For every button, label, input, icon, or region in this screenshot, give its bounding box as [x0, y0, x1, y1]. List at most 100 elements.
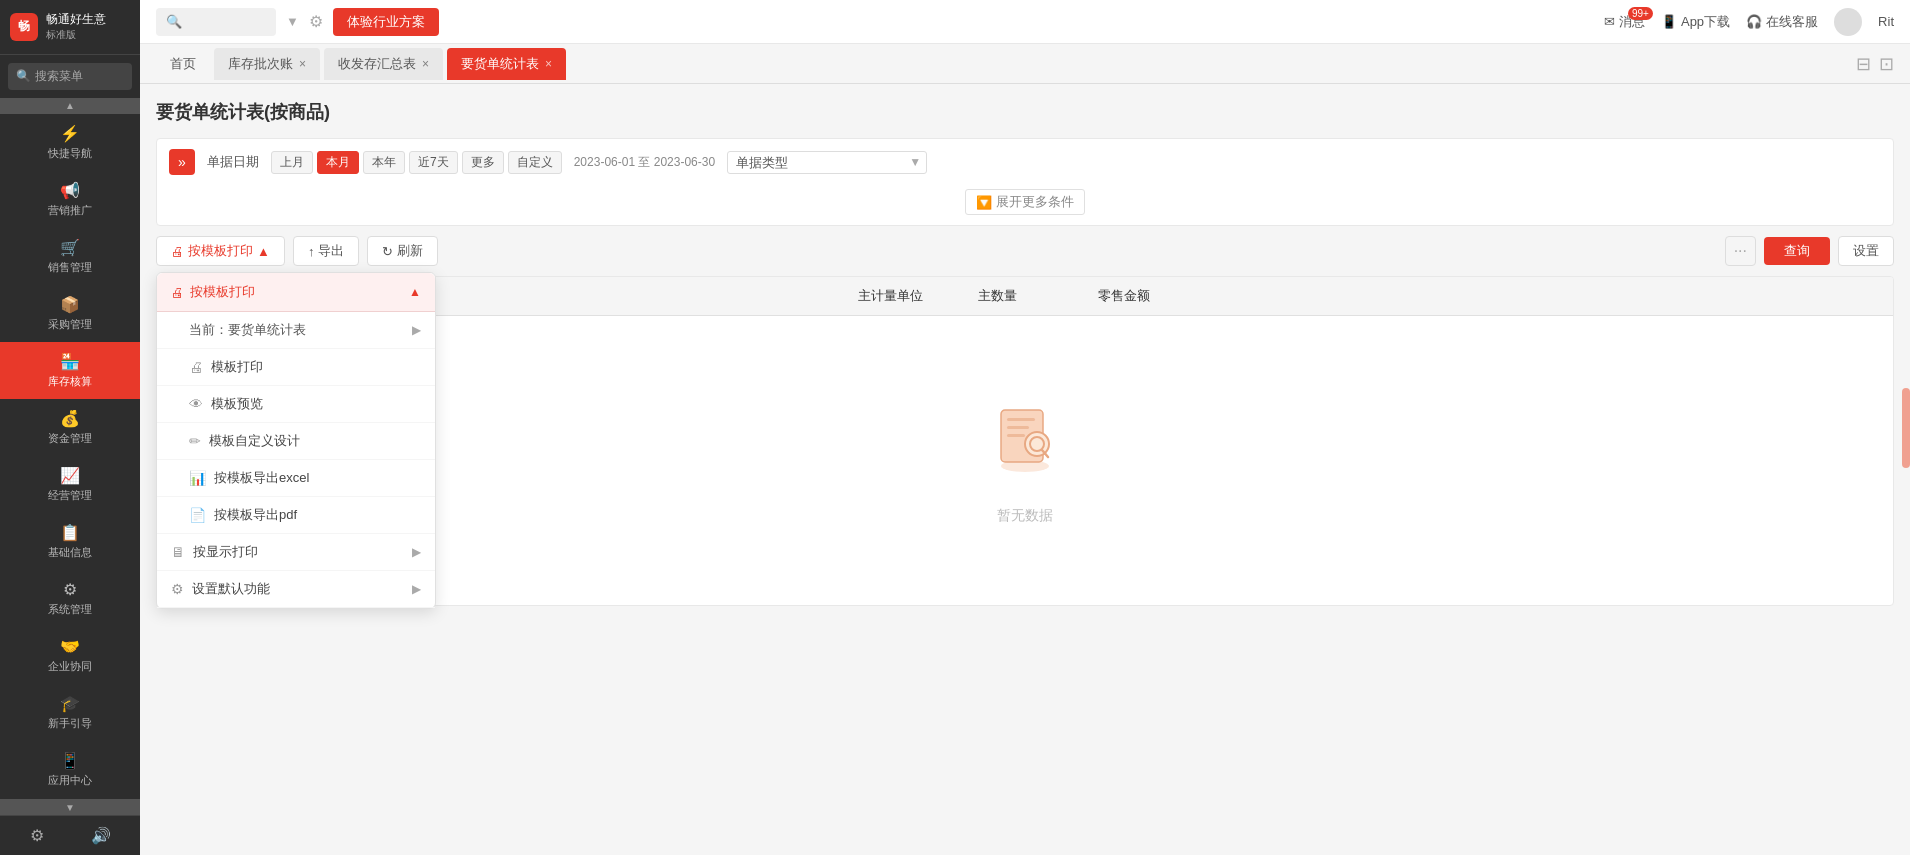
online-service-button[interactable]: 🎧 在线客服 — [1746, 13, 1818, 31]
settings-button[interactable]: 设置 — [1838, 236, 1894, 266]
tabbar: 首页 库存批次账 × 收发存汇总表 × 要货单统计表 × ⊟ ⊡ — [140, 44, 1910, 84]
tab-order-stats[interactable]: 要货单统计表 × — [447, 48, 566, 80]
table-col-retail-amount: 零售金额 — [1090, 277, 1240, 315]
sub-label: 按显示打印 — [193, 543, 258, 561]
tab-inventory-batch[interactable]: 库存批次账 × — [214, 48, 320, 80]
dropdown-item-export-excel[interactable]: 📊 按模板导出excel — [157, 460, 435, 497]
dropdown-item-export-pdf[interactable]: 📄 按模板导出pdf — [157, 497, 435, 534]
item-label: 模板预览 — [211, 395, 263, 413]
topbar-search-icon: 🔍 — [166, 14, 182, 29]
query-button[interactable]: 查询 — [1764, 237, 1830, 265]
sidebar-scroll-down[interactable]: ▼ — [0, 799, 140, 815]
search-menu[interactable]: 🔍 搜索菜单 — [8, 63, 132, 90]
tab-home-label: 首页 — [170, 55, 196, 73]
dropdown-current-template[interactable]: 当前：要货单统计表 ▶ — [157, 312, 435, 349]
date-this-month[interactable]: 本月 — [317, 151, 359, 174]
dropdown-item-default-settings[interactable]: ⚙ 设置默认功能 ▶ — [157, 571, 435, 608]
expand-more-button[interactable]: 🔽 展开更多条件 — [965, 189, 1085, 215]
sidebar-item-marketing[interactable]: 📢 营销推广 — [0, 171, 140, 228]
topbar-right: ✉ 消息 99+ 📱 App下载 🎧 在线客服 Rit — [1604, 8, 1894, 36]
topbar-dropdown-arrow[interactable]: ▼ — [286, 14, 299, 29]
date-this-year[interactable]: 本年 — [363, 151, 405, 174]
nav-label: 采购管理 — [48, 317, 92, 332]
date-buttons: 上月 本月 本年 近7天 更多 自定义 — [271, 151, 562, 174]
sidebar-item-finance[interactable]: 💰 资金管理 — [0, 399, 140, 456]
gear-small-icon: ⚙ — [171, 581, 184, 597]
sidebar-item-operations[interactable]: 📈 经营管理 — [0, 456, 140, 513]
tab-label: 库存批次账 — [228, 55, 293, 73]
date-more[interactable]: 更多 — [462, 151, 504, 174]
sidebar-item-system[interactable]: ⚙ 系统管理 — [0, 570, 140, 627]
dropdown-collapse-icon[interactable]: ▲ — [409, 285, 421, 299]
print-icon: 🖨 — [171, 244, 184, 259]
tab-close-icon[interactable]: × — [422, 57, 429, 71]
dropdown-item-custom-design[interactable]: ✏ 模板自定义设计 — [157, 423, 435, 460]
dropdown-item-display-print[interactable]: 🖥 按显示打印 ▶ — [157, 534, 435, 571]
experience-button[interactable]: 体验行业方案 — [333, 8, 439, 36]
sidebar-item-cooperation[interactable]: 🤝 企业协同 — [0, 627, 140, 684]
filter-expand-button[interactable]: » — [169, 149, 195, 175]
settings-icon[interactable]: ⚙ — [30, 826, 44, 845]
sidebar-item-shortcuts[interactable]: ⚡ 快捷导航 — [0, 114, 140, 171]
date-last-month[interactable]: 上月 — [271, 151, 313, 174]
svg-rect-3 — [1007, 426, 1029, 429]
speaker-icon[interactable]: 🔊 — [91, 826, 111, 845]
message-button[interactable]: ✉ 消息 99+ — [1604, 13, 1645, 31]
tab-receipt-summary[interactable]: 收发存汇总表 × — [324, 48, 443, 80]
dropdown-item-template-preview[interactable]: 👁 模板预览 — [157, 386, 435, 423]
nav-icon: 📦 — [60, 295, 80, 314]
sidebar-item-sales[interactable]: 🛒 销售管理 — [0, 228, 140, 285]
nav-icon: 📢 — [60, 181, 80, 200]
refresh-label: 刷新 — [397, 242, 423, 260]
tabbar-controls: ⊟ ⊡ — [1856, 53, 1894, 75]
nav-icon: 💰 — [60, 409, 80, 428]
date-7days[interactable]: 近7天 — [409, 151, 458, 174]
user-avatar[interactable] — [1834, 8, 1862, 36]
sidebar-item-basic-info[interactable]: 📋 基础信息 — [0, 513, 140, 570]
tab-maximize-button[interactable]: ⊡ — [1879, 53, 1894, 75]
current-template-arrow: ▶ — [412, 323, 421, 337]
app-icon: 📱 — [1661, 14, 1677, 29]
export-button[interactable]: ↑ 导出 — [293, 236, 360, 266]
sidebar-item-purchase[interactable]: 📦 采购管理 — [0, 285, 140, 342]
nav-label: 经营管理 — [48, 488, 92, 503]
app-label: App下载 — [1681, 13, 1730, 31]
nav-icon: ⚡ — [60, 124, 80, 143]
app-logo: 畅 畅通好生意 标准版 — [0, 0, 140, 55]
sidebar-item-app-center[interactable]: 📱 应用中心 — [0, 741, 140, 798]
refresh-button[interactable]: ↻ 刷新 — [367, 236, 438, 266]
nav-icon: 🏪 — [60, 352, 80, 371]
sidebar-item-newbie[interactable]: 🎓 新手引导 — [0, 684, 140, 741]
table-col-unit: 主计量单位 — [850, 277, 970, 315]
tab-minimize-button[interactable]: ⊟ — [1856, 53, 1871, 75]
page-title: 要货单统计表(按商品) — [156, 100, 1894, 124]
date-custom[interactable]: 自定义 — [508, 151, 562, 174]
topbar-search[interactable]: 🔍 — [156, 8, 276, 36]
sidebar-scroll-up[interactable]: ▲ — [0, 98, 140, 114]
topbar-gear-icon[interactable]: ⚙ — [309, 12, 323, 31]
sidebar-item-inventory[interactable]: 🏪 库存核算 — [0, 342, 140, 399]
table-col-quantity: 主数量 — [970, 277, 1090, 315]
action-bar: 🖨 按模板打印 ▲ 🖨 按模板打印 ▲ 当前：要货单统计表 — [156, 236, 1894, 266]
filter-bar: » 单据日期 上月 本月 本年 近7天 更多 自定义 2023-06-01 至 … — [156, 138, 1894, 226]
empty-text: 暂无数据 — [997, 507, 1053, 525]
more-options-button[interactable]: ··· — [1725, 236, 1756, 266]
bill-type-select[interactable]: 单据类型 — [727, 151, 927, 174]
tab-home[interactable]: 首页 — [156, 48, 210, 80]
date-label: 单据日期 — [207, 153, 259, 171]
dropdown-item-template-print[interactable]: 🖨 模板打印 — [157, 349, 435, 386]
print-label: 按模板打印 — [188, 242, 253, 260]
nav-label: 营销推广 — [48, 203, 92, 218]
tab-close-icon[interactable]: × — [299, 57, 306, 71]
preview-icon: 👁 — [189, 396, 203, 412]
nav-label: 企业协同 — [48, 659, 92, 674]
right-scrollbar[interactable] — [1902, 388, 1910, 468]
app-download-button[interactable]: 📱 App下载 — [1661, 13, 1730, 31]
nav-icon: 📱 — [60, 751, 80, 770]
tab-close-icon[interactable]: × — [545, 57, 552, 71]
print-button[interactable]: 🖨 按模板打印 ▲ — [156, 236, 285, 266]
export-icon: ↑ — [308, 244, 315, 259]
sidebar-bottom: ⚙ 🔊 — [0, 815, 140, 855]
display-icon: 🖥 — [171, 544, 185, 560]
nav-label: 资金管理 — [48, 431, 92, 446]
